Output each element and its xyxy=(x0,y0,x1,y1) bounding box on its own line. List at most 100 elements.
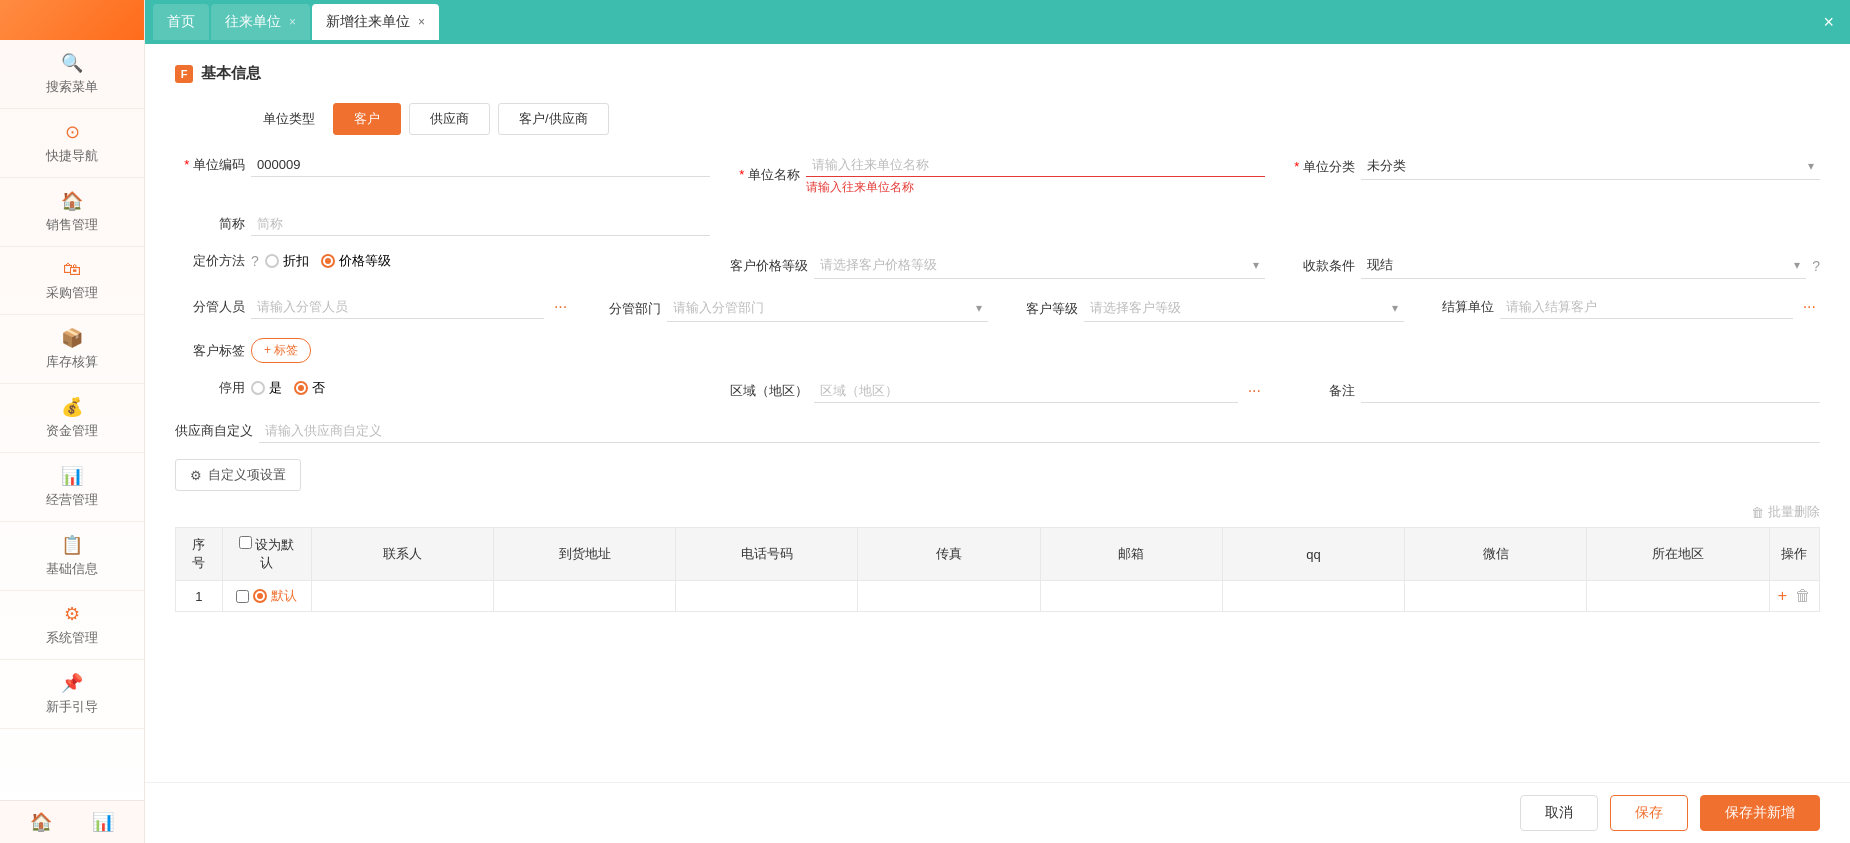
contact-input[interactable] xyxy=(320,589,485,604)
sidebar-logo xyxy=(0,0,144,40)
contact-table: 序号 设为默认 联系人 到货地址 电话号码 传真 邮箱 qq 微信 所在地区 xyxy=(175,527,1820,612)
unit-code-label: 单位编码 xyxy=(175,156,245,174)
col-fax: 传真 xyxy=(858,528,1040,581)
sidebar-item-sales[interactable]: 🏠 销售管理 xyxy=(0,178,144,247)
tab-home-label: 首页 xyxy=(167,13,195,31)
tab-home[interactable]: 首页 xyxy=(153,4,209,40)
save-button[interactable]: 保存 xyxy=(1610,795,1688,831)
sidebar-item-system[interactable]: ⚙ 系统管理 xyxy=(0,591,144,660)
col-default: 设为默认 xyxy=(222,528,311,581)
note-input[interactable] xyxy=(1361,379,1820,403)
form-row-supplier-custom: 供应商自定义 xyxy=(175,419,1820,443)
sidebar-item-purchase[interactable]: 🛍 采购管理 xyxy=(0,247,144,315)
settlement-unit-more-btn[interactable]: ··· xyxy=(1799,298,1820,316)
unit-category-select[interactable]: 未分类 ▾ xyxy=(1361,153,1820,180)
fax-input[interactable] xyxy=(866,589,1031,604)
disable-radio-yes[interactable]: 是 xyxy=(251,379,282,397)
pricing-radio-discount[interactable]: 折扣 xyxy=(265,252,309,270)
address-input[interactable] xyxy=(502,589,667,604)
customer-price-select[interactable]: 请选择客户价格等级 ▾ xyxy=(814,252,1265,279)
abbr-input[interactable] xyxy=(251,212,710,236)
region-table-input[interactable] xyxy=(1595,589,1760,604)
unit-name-with-error: 请输入往来单位名称 xyxy=(806,153,1265,196)
quick-nav-icon: ⊙ xyxy=(65,121,80,143)
row-checkbox[interactable] xyxy=(236,590,249,603)
unit-name-error-msg: 请输入往来单位名称 xyxy=(806,179,1265,196)
type-btn-both[interactable]: 客户/供应商 xyxy=(498,103,609,135)
payment-terms-label: 收款条件 xyxy=(1285,257,1355,275)
field-disable: 停用 是 否 xyxy=(175,379,710,397)
row-delete-btn[interactable]: 🗑 xyxy=(1795,587,1811,605)
sidebar-item-operations[interactable]: 📊 经营管理 xyxy=(0,453,144,522)
sidebar-item-quick-nav[interactable]: ⊙ 快捷导航 xyxy=(0,109,144,178)
tab-new-partner-label: 新增往来单位 xyxy=(326,13,410,31)
type-btn-customer[interactable]: 客户 xyxy=(333,103,401,135)
tab-new-partner[interactable]: 新增往来单位 × xyxy=(312,4,439,40)
pricing-help-icon[interactable]: ? xyxy=(251,253,259,269)
settlement-unit-input[interactable] xyxy=(1500,295,1793,319)
col-default-checkbox[interactable] xyxy=(239,536,252,549)
unit-name-input[interactable] xyxy=(806,153,1265,177)
batch-delete-label: 批量删除 xyxy=(1768,503,1820,521)
save-new-button[interactable]: 保存并新增 xyxy=(1700,795,1820,831)
customer-level-placeholder: 请选择客户等级 xyxy=(1090,299,1392,317)
tab-new-partner-close[interactable]: × xyxy=(418,15,425,29)
tab-partners[interactable]: 往来单位 × xyxy=(211,4,310,40)
sidebar-item-search-label: 搜索菜单 xyxy=(46,78,98,96)
supplier-custom-input[interactable] xyxy=(259,419,1820,443)
wechat-input[interactable] xyxy=(1413,589,1578,604)
row-add-btn[interactable]: + xyxy=(1778,587,1787,605)
cancel-button[interactable]: 取消 xyxy=(1520,795,1598,831)
supervisor-more-btn[interactable]: ··· xyxy=(550,298,571,316)
region-more-btn[interactable]: ··· xyxy=(1244,382,1265,400)
chart-bottom-icon[interactable]: 📊 xyxy=(92,811,114,833)
sidebar-item-basic-info[interactable]: 📋 基础信息 xyxy=(0,522,144,591)
sidebar-item-inventory[interactable]: 📦 库存核算 xyxy=(0,315,144,384)
cell-address xyxy=(493,581,675,612)
col-email: 邮箱 xyxy=(1040,528,1222,581)
region-input[interactable] xyxy=(814,379,1238,403)
col-seq: 序号 xyxy=(176,528,223,581)
supervisor-input[interactable] xyxy=(251,295,544,319)
sidebar-item-guide[interactable]: 📌 新手引导 xyxy=(0,660,144,729)
form-row-unit-basic: 单位编码 单位名称 请输入往来单位名称 单位分类 未分类 ▾ xyxy=(175,153,1820,196)
email-input[interactable] xyxy=(1049,589,1214,604)
customer-level-select[interactable]: 请选择客户等级 ▾ xyxy=(1084,295,1404,322)
abbr-label: 简称 xyxy=(175,215,245,233)
region-label: 区域（地区） xyxy=(730,382,808,400)
add-tag-btn[interactable]: + 标签 xyxy=(251,338,311,363)
home-bottom-icon[interactable]: 🏠 xyxy=(30,811,52,833)
department-arrow: ▾ xyxy=(976,301,982,315)
tab-partners-close[interactable]: × xyxy=(289,15,296,29)
sidebar-item-finance[interactable]: 💰 资金管理 xyxy=(0,384,144,453)
payment-help-icon[interactable]: ? xyxy=(1812,258,1820,274)
batch-delete-icon: 🗑 xyxy=(1751,505,1764,520)
section-title: F 基本信息 xyxy=(175,64,1820,83)
sidebar-item-sales-label: 销售管理 xyxy=(46,216,98,234)
unit-code-input[interactable] xyxy=(251,153,710,177)
type-btn-supplier[interactable]: 供应商 xyxy=(409,103,490,135)
phone-input[interactable] xyxy=(684,589,849,604)
payment-terms-select[interactable]: 现结 ▾ xyxy=(1361,252,1806,279)
sidebar-item-purchase-label: 采购管理 xyxy=(46,284,98,302)
pricing-radio-price-level[interactable]: 价格等级 xyxy=(321,252,391,270)
col-action: 操作 xyxy=(1769,528,1819,581)
disable-label: 停用 xyxy=(175,379,245,397)
sidebar-bottom: 🏠 📊 xyxy=(0,800,144,843)
disable-radio-no[interactable]: 否 xyxy=(294,379,325,397)
batch-delete-btn[interactable]: 🗑 批量删除 xyxy=(1751,503,1820,521)
department-select[interactable]: 请输入分管部门 ▾ xyxy=(667,295,987,322)
supervisor-label: 分管人员 xyxy=(175,298,245,316)
qq-input[interactable] xyxy=(1231,589,1396,604)
basic-info-icon: 📋 xyxy=(61,534,83,556)
purchase-icon: 🛍 xyxy=(63,259,81,280)
form-row-tags: 客户标签 + 标签 xyxy=(175,338,1820,363)
custom-settings-btn[interactable]: ⚙ 自定义项设置 xyxy=(175,459,301,491)
default-radio[interactable]: 默认 xyxy=(253,587,297,605)
global-close-btn[interactable]: × xyxy=(1815,12,1842,33)
sidebar-item-search[interactable]: 🔍 搜索菜单 xyxy=(0,40,144,109)
cell-seq: 1 xyxy=(176,581,223,612)
disable-radio-group: 是 否 xyxy=(251,379,325,397)
customer-level-arrow: ▾ xyxy=(1392,301,1398,315)
cell-phone xyxy=(676,581,858,612)
